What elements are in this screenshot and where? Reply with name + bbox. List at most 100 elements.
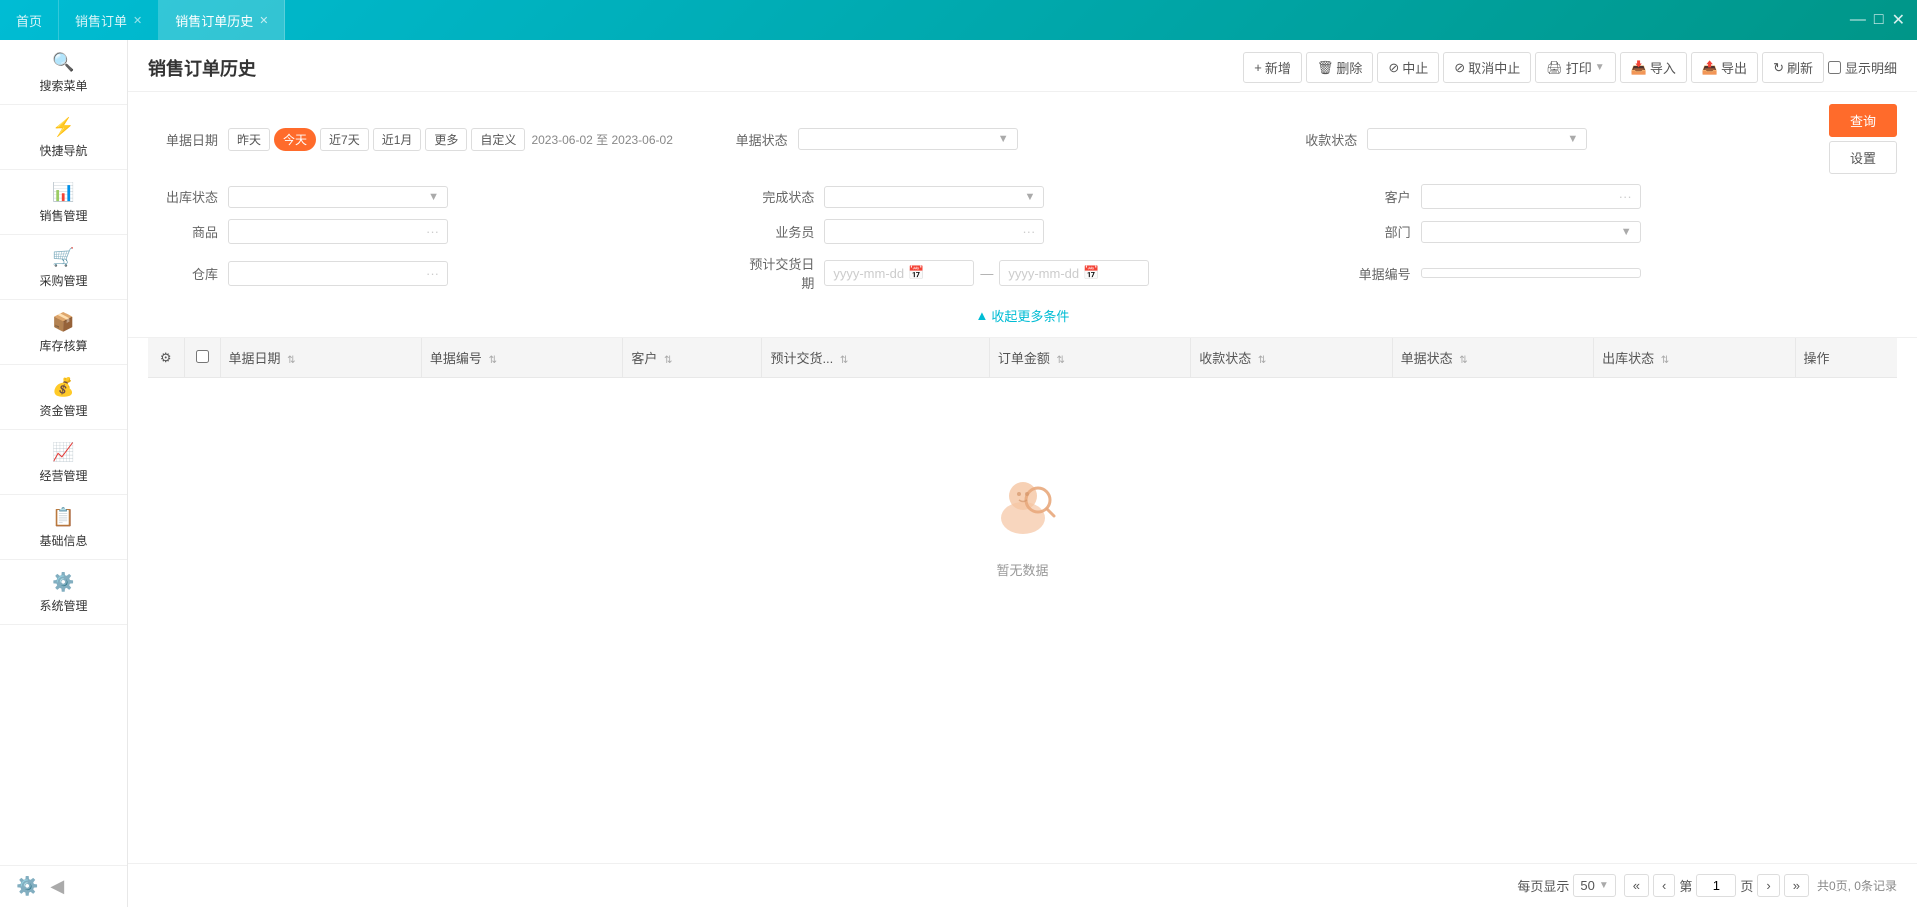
sidebar-collapse-icon[interactable]: ◀ (50, 876, 64, 897)
sidebar-item-purchase-mgmt[interactable]: 🛒 采购管理 (0, 235, 127, 300)
delete-label: 删除 (1336, 58, 1362, 77)
date-last1month-btn[interactable]: 近1月 (373, 128, 422, 151)
delivery-date-start[interactable]: yyyy-mm-dd 📅 (824, 260, 974, 286)
delivery-date-end[interactable]: yyyy-mm-dd 📅 (999, 260, 1149, 286)
customer-input[interactable]: ··· (1421, 184, 1641, 209)
th-settings[interactable]: ⚙ (148, 338, 184, 378)
per-page-value: 50 (1580, 878, 1594, 893)
date-range-display: 2023-06-02 至 2023-06-02 (531, 131, 672, 148)
payment-status-select[interactable]: ▼ (1367, 128, 1587, 150)
filter-row-4: 仓库 ··· 预计交货日期 yyyy-mm-dd 📅 — yyyy-mm-dd (148, 254, 1897, 292)
tab-sales-history-close[interactable]: ✕ (259, 14, 268, 27)
tab-sales-history[interactable]: 销售订单历史 ✕ (159, 0, 285, 40)
order-status-chevron: ▼ (998, 133, 1009, 145)
query-label: 查询 (1850, 111, 1876, 130)
select-all-checkbox[interactable] (196, 350, 209, 363)
warehouse-label: 仓库 (148, 264, 228, 283)
number-sort-icon: ⇅ (489, 355, 497, 366)
order-status-select[interactable]: ▼ (798, 128, 1018, 150)
delete-button[interactable]: 🗑 删除 (1306, 52, 1374, 83)
print-dropdown-icon: ▼ (1595, 62, 1605, 73)
display-columns-checkbox[interactable] (1828, 61, 1841, 74)
date-custom-btn[interactable]: 自定义 (471, 128, 525, 151)
department-select[interactable]: ▼ (1421, 221, 1641, 243)
tab-sales-history-label: 销售订单历史 (175, 11, 253, 30)
order-status-label: 单据状态 (718, 130, 798, 149)
cancel-stop-label: 取消中止 (1468, 58, 1520, 77)
date-last7-btn[interactable]: 近7天 (320, 128, 369, 151)
collapse-row: ▲ 收起更多条件 (148, 302, 1897, 325)
export-button[interactable]: 📤 导出 (1691, 52, 1758, 83)
customer-sort-icon: ⇅ (664, 355, 672, 366)
finance-icon: 💰 (52, 377, 74, 398)
payment-status-label: 收款状态 (1287, 130, 1367, 149)
add-button[interactable]: + 新增 (1243, 52, 1302, 83)
sidebar-item-system-label: 系统管理 (39, 597, 87, 614)
tab-sales-order[interactable]: 销售订单 ✕ (59, 0, 159, 40)
cancel-stop-button[interactable]: ⊘ 取消中止 (1443, 52, 1531, 83)
sidebar-item-purchase-mgmt-label: 采购管理 (39, 272, 87, 289)
sidebar-item-quick-nav[interactable]: ⚡ 快捷导航 (0, 105, 127, 170)
empty-text: 暂无数据 (996, 560, 1048, 579)
warehouse-input[interactable]: ··· (228, 261, 448, 286)
th-date: 单据日期 ⇅ (220, 338, 421, 378)
cancel-stop-icon: ⊘ (1454, 60, 1465, 76)
sidebar-item-system[interactable]: ⚙️ 系统管理 (0, 560, 127, 625)
sidebar-item-basic-info[interactable]: 📋 基础信息 (0, 495, 127, 560)
date-filter-label: 单据日期 (148, 130, 228, 149)
date-yesterday-btn[interactable]: 昨天 (228, 128, 270, 151)
print-button[interactable]: 🖨 打印 ▼ (1535, 52, 1615, 83)
last-page-btn[interactable]: » (1784, 874, 1809, 897)
customer-dots: ··· (1619, 189, 1632, 204)
next-page-btn[interactable]: › (1757, 874, 1779, 897)
stock-sort-icon: ⇅ (1661, 355, 1669, 366)
quick-nav-icon: ⚡ (52, 117, 74, 138)
order-status-content: ▼ (798, 128, 1248, 150)
sidebar-item-search-menu[interactable]: 🔍 搜索菜单 (0, 40, 127, 105)
topbar-max-btn[interactable]: □ (1874, 11, 1884, 29)
stop-button[interactable]: ⊘ 中止 (1377, 52, 1439, 83)
warehouse-dots: ··· (426, 266, 439, 281)
date-today-btn[interactable]: 今天 (274, 128, 316, 151)
topbar-min-btn[interactable]: — (1850, 11, 1866, 29)
collapse-button[interactable]: ▲ 收起更多条件 (976, 306, 1070, 325)
inventory-icon: 📦 (52, 312, 74, 333)
sidebar-item-inventory[interactable]: 📦 库存核算 (0, 300, 127, 365)
order-number-input[interactable] (1421, 268, 1641, 278)
first-page-btn[interactable]: « (1624, 874, 1649, 897)
page-number-input[interactable] (1696, 874, 1736, 897)
th-checkbox[interactable] (184, 338, 220, 378)
refresh-button[interactable]: ↻ 刷新 (1762, 52, 1824, 83)
print-icon: 🖨 (1546, 60, 1563, 76)
delivery-date-label: 预计交货日期 (744, 254, 824, 292)
settings-filter-button[interactable]: 设置 (1829, 141, 1897, 174)
stock-status-select[interactable]: ▼ (228, 186, 448, 208)
prev-page-btn[interactable]: ‹ (1653, 874, 1675, 897)
topbar-close-btn[interactable]: ✕ (1892, 10, 1905, 30)
complete-status-select[interactable]: ▼ (824, 186, 1044, 208)
import-button[interactable]: 📥 导入 (1620, 52, 1687, 83)
date-more-btn[interactable]: 更多 (425, 128, 467, 151)
salesperson-input[interactable]: ··· (824, 219, 1044, 244)
per-page-select[interactable]: 50 ▼ (1573, 874, 1615, 897)
page-label: 第 (1679, 876, 1692, 895)
sidebar-item-operations[interactable]: 📈 经营管理 (0, 430, 127, 495)
display-columns-toggle[interactable]: 显示明细 (1828, 58, 1897, 77)
basic-info-icon: 📋 (52, 507, 74, 528)
stock-status-content: ▼ (228, 186, 704, 208)
sidebar-item-finance-label: 资金管理 (39, 402, 87, 419)
department-chevron: ▼ (1621, 226, 1632, 238)
import-label: 导入 (1650, 58, 1676, 77)
search-menu-icon: 🔍 (52, 52, 74, 73)
payment-status-content: ▼ (1367, 128, 1817, 150)
date-quick-buttons: 昨天 今天 近7天 近1月 更多 自定义 (228, 128, 525, 151)
order-number-content (1421, 268, 1897, 278)
sidebar-item-sales-mgmt[interactable]: 📊 销售管理 (0, 170, 127, 235)
tab-sales-order-close[interactable]: ✕ (133, 14, 142, 27)
tab-home[interactable]: 首页 (0, 0, 59, 40)
product-input[interactable]: ··· (228, 219, 448, 244)
date-filter-content: 昨天 今天 近7天 近1月 更多 自定义 2023-06-02 至 2023-0… (228, 128, 678, 151)
query-button[interactable]: 查询 (1829, 104, 1897, 137)
sidebar-settings-icon[interactable]: ⚙️ (16, 876, 38, 897)
sidebar-item-finance[interactable]: 💰 资金管理 (0, 365, 127, 430)
